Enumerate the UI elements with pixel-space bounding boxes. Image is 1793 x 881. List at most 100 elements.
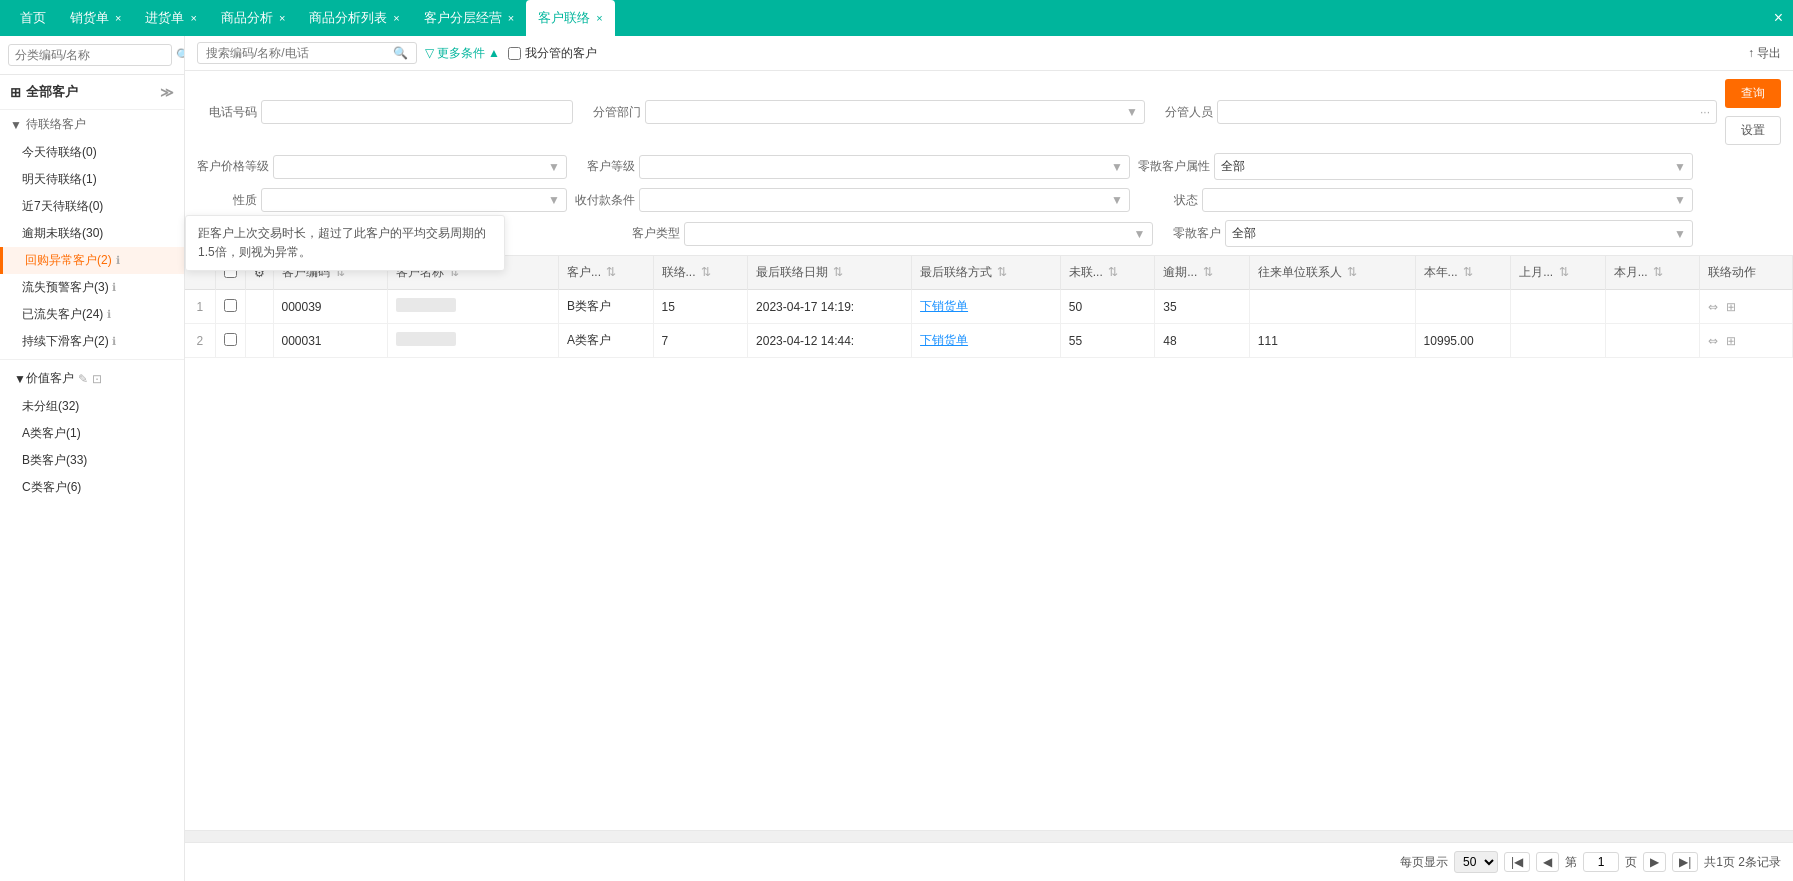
sort-this-month-icon[interactable]: ⇅	[1653, 265, 1663, 279]
col-this-year[interactable]: 本年... ⇅	[1415, 256, 1511, 290]
horizontal-scrollbar[interactable]	[185, 830, 1793, 842]
sidebar-item-lost[interactable]: 已流失客户(24) ℹ	[0, 301, 184, 328]
sort-unit-contact-icon[interactable]: ⇅	[1347, 265, 1357, 279]
sidebar-item-abnormal[interactable]: 回购异常客户(2) ℹ	[0, 247, 184, 274]
page-number-input[interactable]	[1583, 852, 1619, 872]
payment-select[interactable]: ▼	[639, 188, 1130, 212]
row1-unit-contact	[1249, 290, 1415, 324]
row2-type: A类客户	[558, 324, 653, 358]
col-uncontacted[interactable]: 未联... ⇅	[1060, 256, 1155, 290]
nav-home[interactable]: 首页	[8, 0, 58, 36]
col-this-month[interactable]: 本月... ⇅	[1605, 256, 1700, 290]
col-unit-contact[interactable]: 往来单位联系人 ⇅	[1249, 256, 1415, 290]
row2-last-method[interactable]: 下销货单	[912, 324, 1061, 358]
sidebar-item-c-class[interactable]: C类客户(6)	[0, 474, 184, 501]
col-contact[interactable]: 联络... ⇅	[653, 256, 748, 290]
sidebar-search-input[interactable]	[8, 44, 172, 66]
phone-input[interactable]	[261, 100, 573, 124]
export-button[interactable]: ↑ 导出	[1748, 45, 1781, 62]
nav-product-analysis-list[interactable]: 商品分析列表 ×	[297, 0, 411, 36]
nav-product-analysis[interactable]: 商品分析 ×	[209, 0, 297, 36]
settings-value-icon[interactable]: ⊡	[92, 372, 102, 386]
close-product-analysis-list[interactable]: ×	[393, 12, 399, 24]
sidebar-item-a-class[interactable]: A类客户(1)	[0, 420, 184, 447]
search-icon[interactable]: 🔍	[393, 46, 408, 60]
customer-grade-select[interactable]: ▼	[639, 155, 1130, 179]
sidebar-item-today[interactable]: 今天待联络(0)	[0, 139, 184, 166]
all-customers-section[interactable]: ⊞ 全部客户 ≫	[0, 75, 184, 110]
sort-last-method-icon[interactable]: ⇅	[997, 265, 1007, 279]
sort-this-year-icon[interactable]: ⇅	[1463, 265, 1473, 279]
col-last-method[interactable]: 最后联络方式 ⇅	[912, 256, 1061, 290]
close-customer-segment[interactable]: ×	[508, 12, 514, 24]
row2-link-icon[interactable]: ⇔	[1708, 334, 1718, 348]
customer-grade-label: 客户等级	[575, 158, 635, 175]
row1-overdue: 35	[1155, 290, 1250, 324]
customer-type-select[interactable]: ▼	[684, 222, 1153, 246]
sidebar-item-tomorrow[interactable]: 明天待联络(1)	[0, 166, 184, 193]
more-conditions-btn[interactable]: ▽ 更多条件 ▲	[425, 45, 500, 62]
row2-checkbox[interactable]	[215, 324, 245, 358]
sidebar-item-declining[interactable]: 持续下滑客户(2) ℹ	[0, 328, 184, 355]
nav-sales-order[interactable]: 销货单 ×	[58, 0, 133, 36]
manager-select[interactable]: ···	[1217, 100, 1717, 124]
search-input[interactable]	[206, 46, 393, 60]
nav-purchase-order[interactable]: 进货单 ×	[133, 0, 208, 36]
retail-attr-select[interactable]: 全部 ▼	[1214, 153, 1693, 180]
value-group-title[interactable]: ▼ 价值客户 ✎ ⊡	[0, 364, 184, 393]
sidebar-item-ungrouped[interactable]: 未分组(32)	[0, 393, 184, 420]
nature-select[interactable]: ▼	[261, 188, 567, 212]
first-page-button[interactable]: |◀	[1504, 852, 1530, 872]
row2-grid-icon[interactable]: ⊞	[1726, 334, 1736, 348]
price-grade-select[interactable]: ▼	[273, 155, 567, 179]
row1-last-method[interactable]: 下销货单	[912, 290, 1061, 324]
table-wrapper: ⚙ 客户编码 ⇅ 客户名称 ⇅ 客户... ⇅	[185, 256, 1793, 830]
dept-select[interactable]: ▼	[645, 100, 1145, 124]
filter-row-2: 客户价格等级 ▼ 客户等级 ▼ 零散客户属性 全部	[197, 153, 1781, 180]
col-type[interactable]: 客户... ⇅	[558, 256, 653, 290]
sort-last-date-icon[interactable]: ⇅	[833, 265, 843, 279]
sort-type-icon[interactable]: ⇅	[606, 265, 616, 279]
settings-button[interactable]: 设置	[1725, 116, 1781, 145]
collapse-sidebar-btn[interactable]: ≫	[160, 85, 174, 100]
close-sales-order[interactable]: ×	[115, 12, 121, 24]
manager-dots[interactable]: ···	[1700, 105, 1710, 119]
chevron-up-icon: ▲	[488, 46, 500, 60]
col-last-date[interactable]: 最后联络日期 ⇅	[748, 256, 912, 290]
close-purchase-order[interactable]: ×	[190, 12, 196, 24]
nav-customer-segment[interactable]: 客户分层经营 ×	[412, 0, 526, 36]
my-customers-checkbox[interactable]: 我分管的客户	[508, 45, 597, 62]
prev-page-button[interactable]: ◀	[1536, 852, 1559, 872]
retail-attr-field: 零散客户属性 全部 ▼	[1138, 153, 1693, 180]
sort-uncontacted-icon[interactable]: ⇅	[1108, 265, 1118, 279]
close-product-analysis[interactable]: ×	[279, 12, 285, 24]
sidebar-item-overdue[interactable]: 逾期未联络(30)	[0, 220, 184, 247]
per-page-select[interactable]: 50	[1454, 851, 1498, 873]
window-close-button[interactable]: ×	[1774, 9, 1783, 27]
row1-grid-icon[interactable]: ⊞	[1726, 300, 1736, 314]
row1-checkbox[interactable]	[215, 290, 245, 324]
sort-overdue-icon[interactable]: ⇅	[1203, 265, 1213, 279]
sidebar-item-b-class[interactable]: B类客户(33)	[0, 447, 184, 474]
sort-last-month-icon[interactable]: ⇅	[1559, 265, 1569, 279]
page-label: 第	[1565, 854, 1577, 871]
col-overdue[interactable]: 逾期... ⇅	[1155, 256, 1250, 290]
sidebar-item-lost-warning[interactable]: 流失预警客户(3) ℹ	[0, 274, 184, 301]
sidebar-item-7days[interactable]: 近7天待联络(0)	[0, 193, 184, 220]
close-customer-contact[interactable]: ×	[596, 12, 602, 24]
retail-customer-select[interactable]: 全部 ▼	[1225, 220, 1694, 247]
edit-value-icon[interactable]: ✎	[78, 372, 88, 386]
last-page-button[interactable]: ▶|	[1672, 852, 1698, 872]
nature-arrow: ▼	[548, 193, 560, 207]
row1-this-year	[1415, 290, 1511, 324]
my-customers-check[interactable]	[508, 47, 521, 60]
status-select[interactable]: ▼	[1202, 188, 1693, 212]
sort-contact-icon[interactable]: ⇅	[701, 265, 711, 279]
sidebar-search-icon[interactable]: 🔍	[176, 48, 185, 62]
nav-customer-contact[interactable]: 客户联络 ×	[526, 0, 614, 36]
row1-link-icon[interactable]: ⇔	[1708, 300, 1718, 314]
pending-group-title[interactable]: ▼ 待联络客户	[0, 110, 184, 139]
next-page-button[interactable]: ▶	[1643, 852, 1666, 872]
query-button[interactable]: 查询	[1725, 79, 1781, 108]
col-last-month[interactable]: 上月... ⇅	[1511, 256, 1606, 290]
